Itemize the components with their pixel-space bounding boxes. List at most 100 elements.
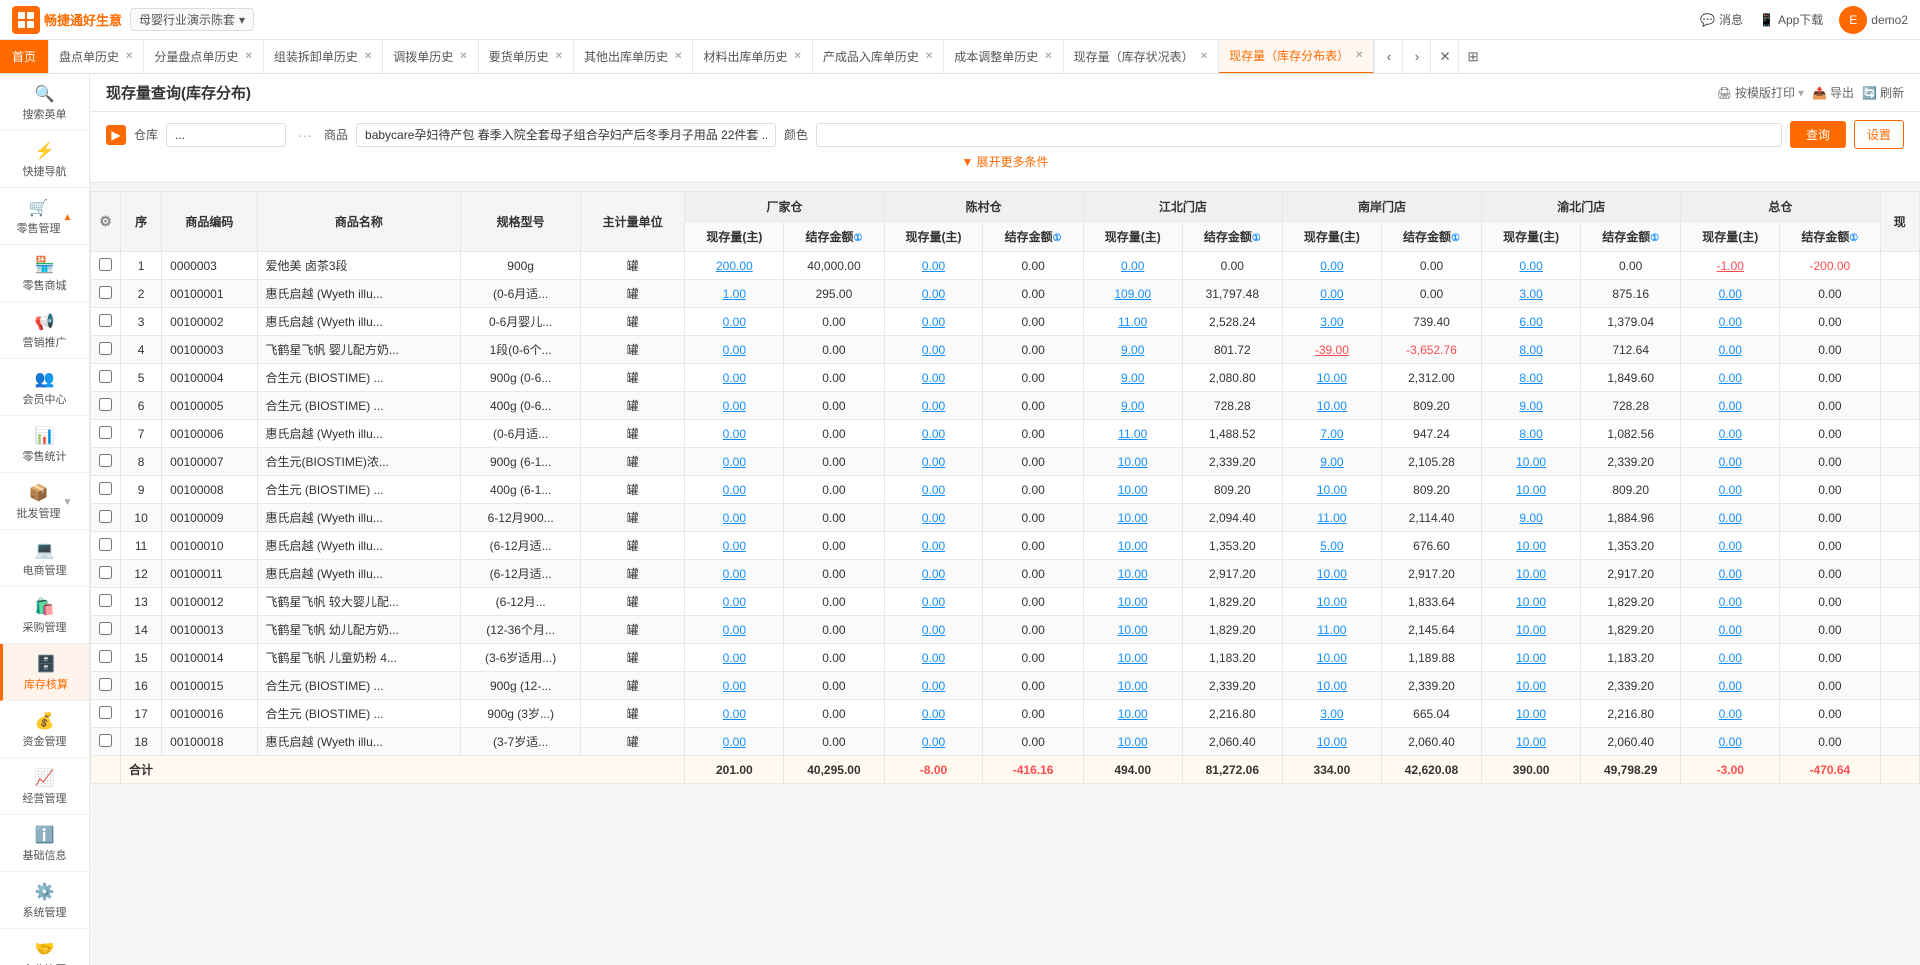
close-icon[interactable]: ✕	[1355, 50, 1363, 61]
tab-prev-btn[interactable]: ‹	[1374, 40, 1402, 74]
row-c-qty[interactable]: 0.00	[884, 476, 983, 504]
row-check[interactable]	[91, 280, 121, 308]
row-jb-qty[interactable]: 10.00	[1083, 616, 1182, 644]
tab-yaohuo[interactable]: 要货单历史 ✕	[479, 40, 574, 74]
row-check[interactable]	[91, 588, 121, 616]
row-jb-qty[interactable]: 10.00	[1083, 728, 1182, 756]
row-t-qty[interactable]: 0.00	[1681, 308, 1780, 336]
warehouse-dots[interactable]: ···	[294, 127, 316, 143]
filter-toggle-btn[interactable]: ▶	[106, 125, 126, 145]
row-c-qty[interactable]: 0.00	[884, 448, 983, 476]
sidebar-item-purchase[interactable]: 🛍️ 采购管理	[0, 587, 89, 644]
row-yb-qty[interactable]: 8.00	[1482, 336, 1581, 364]
row-na-qty[interactable]: 10.00	[1282, 560, 1381, 588]
row-check[interactable]	[91, 392, 121, 420]
row-na-qty[interactable]: 10.00	[1282, 476, 1381, 504]
row-yb-qty[interactable]: 10.00	[1482, 532, 1581, 560]
row-na-qty[interactable]: 11.00	[1282, 616, 1381, 644]
tab-chengpin[interactable]: 产成品入库单历史 ✕	[813, 40, 944, 74]
close-icon[interactable]: ✕	[925, 51, 933, 62]
row-jb-qty[interactable]: 10.00	[1083, 476, 1182, 504]
row-f-qty[interactable]: 0.00	[685, 504, 784, 532]
row-yb-qty[interactable]: 0.00	[1482, 252, 1581, 280]
store-selector[interactable]: 母婴行业演示陈套 ▾	[130, 8, 254, 31]
row-c-qty[interactable]: 0.00	[884, 700, 983, 728]
sidebar-item-retail[interactable]: 🛒 零售管理 ▲	[0, 188, 89, 245]
tab-home[interactable]: 首页	[0, 40, 49, 74]
expand-conditions-btn[interactable]: ▼ 展开更多条件	[962, 153, 1049, 170]
row-c-qty[interactable]: 0.00	[884, 392, 983, 420]
row-t-qty[interactable]: 0.00	[1681, 364, 1780, 392]
row-f-qty[interactable]: 0.00	[685, 588, 784, 616]
row-f-qty[interactable]: 0.00	[685, 336, 784, 364]
row-check[interactable]	[91, 336, 121, 364]
close-icon[interactable]: ✕	[793, 51, 801, 62]
export-btn[interactable]: 📤 导出	[1812, 84, 1854, 101]
settings-icon[interactable]: ⚙	[99, 213, 112, 229]
close-icon[interactable]: ✕	[364, 51, 372, 62]
row-c-qty[interactable]: 0.00	[884, 672, 983, 700]
row-c-qty[interactable]: 0.00	[884, 504, 983, 532]
sidebar-item-finance[interactable]: 💰 资金管理	[0, 701, 89, 758]
row-check[interactable]	[91, 252, 121, 280]
row-f-qty[interactable]: 0.00	[685, 700, 784, 728]
row-c-qty[interactable]: 0.00	[884, 560, 983, 588]
row-c-qty[interactable]: 0.00	[884, 280, 983, 308]
row-f-qty[interactable]: 0.00	[685, 728, 784, 756]
tab-xiancunfenbu[interactable]: 现存量（库存分布表） ✕	[1219, 40, 1374, 74]
sidebar-item-wholesale[interactable]: 📦 批发管理 ▼	[0, 473, 89, 530]
row-c-qty[interactable]: 0.00	[884, 420, 983, 448]
row-f-qty[interactable]: 0.00	[685, 364, 784, 392]
row-na-qty[interactable]: 3.00	[1282, 700, 1381, 728]
row-c-qty[interactable]: 0.00	[884, 588, 983, 616]
row-f-qty[interactable]: 1.00	[685, 280, 784, 308]
color-input[interactable]	[816, 123, 1782, 147]
row-t-qty[interactable]: 0.00	[1681, 672, 1780, 700]
close-icon[interactable]: ✕	[459, 51, 467, 62]
row-check[interactable]	[91, 308, 121, 336]
row-jb-qty[interactable]: 9.00	[1083, 364, 1182, 392]
sidebar-item-mall[interactable]: 🏪 零售商城	[0, 245, 89, 302]
row-na-qty[interactable]: 10.00	[1282, 728, 1381, 756]
row-jb-qty[interactable]: 10.00	[1083, 588, 1182, 616]
row-check[interactable]	[91, 616, 121, 644]
setting-button[interactable]: 设置	[1854, 120, 1904, 149]
row-f-qty[interactable]: 0.00	[685, 448, 784, 476]
refresh-btn[interactable]: 🔄 刷新	[1862, 84, 1904, 101]
tab-cailiao[interactable]: 材料出库单历史 ✕	[693, 40, 812, 74]
close-icon[interactable]: ✕	[1200, 51, 1208, 62]
row-check[interactable]	[91, 728, 121, 756]
row-na-qty[interactable]: 10.00	[1282, 672, 1381, 700]
row-t-qty[interactable]: 0.00	[1681, 420, 1780, 448]
row-na-qty[interactable]: -39.00	[1282, 336, 1381, 364]
sidebar-item-collab[interactable]: 🤝 企业协同	[0, 929, 89, 965]
row-yb-qty[interactable]: 10.00	[1482, 644, 1581, 672]
row-t-qty[interactable]: 0.00	[1681, 532, 1780, 560]
row-yb-qty[interactable]: 6.00	[1482, 308, 1581, 336]
tab-pandian[interactable]: 盘点单历史 ✕	[49, 40, 144, 74]
row-check[interactable]	[91, 532, 121, 560]
row-jb-qty[interactable]: 11.00	[1083, 308, 1182, 336]
tab-fenpandian[interactable]: 分量盘点单历史 ✕	[144, 40, 263, 74]
sidebar-item-search[interactable]: 🔍 搜索英单	[0, 74, 89, 131]
row-yb-qty[interactable]: 9.00	[1482, 392, 1581, 420]
row-yb-qty[interactable]: 10.00	[1482, 728, 1581, 756]
sidebar-item-ecom[interactable]: 💻 电商管理	[0, 530, 89, 587]
row-check[interactable]	[91, 560, 121, 588]
row-yb-qty[interactable]: 10.00	[1482, 476, 1581, 504]
row-yb-qty[interactable]: 8.00	[1482, 364, 1581, 392]
row-na-qty[interactable]: 10.00	[1282, 644, 1381, 672]
tab-expand-btn[interactable]: ⊞	[1458, 40, 1486, 74]
row-yb-qty[interactable]: 8.00	[1482, 420, 1581, 448]
row-c-qty[interactable]: 0.00	[884, 308, 983, 336]
row-f-qty[interactable]: 200.00	[685, 252, 784, 280]
sidebar-item-system[interactable]: ⚙️ 系统管理	[0, 872, 89, 929]
goods-input[interactable]	[356, 123, 776, 147]
row-c-qty[interactable]: 0.00	[884, 364, 983, 392]
row-t-qty[interactable]: 0.00	[1681, 700, 1780, 728]
row-f-qty[interactable]: 0.00	[685, 644, 784, 672]
tab-zuzhuang[interactable]: 组装拆卸单历史 ✕	[264, 40, 383, 74]
tab-qitachuku[interactable]: 其他出库单历史 ✕	[574, 40, 693, 74]
row-t-qty[interactable]: -1.00	[1681, 252, 1780, 280]
row-jb-qty[interactable]: 10.00	[1083, 448, 1182, 476]
